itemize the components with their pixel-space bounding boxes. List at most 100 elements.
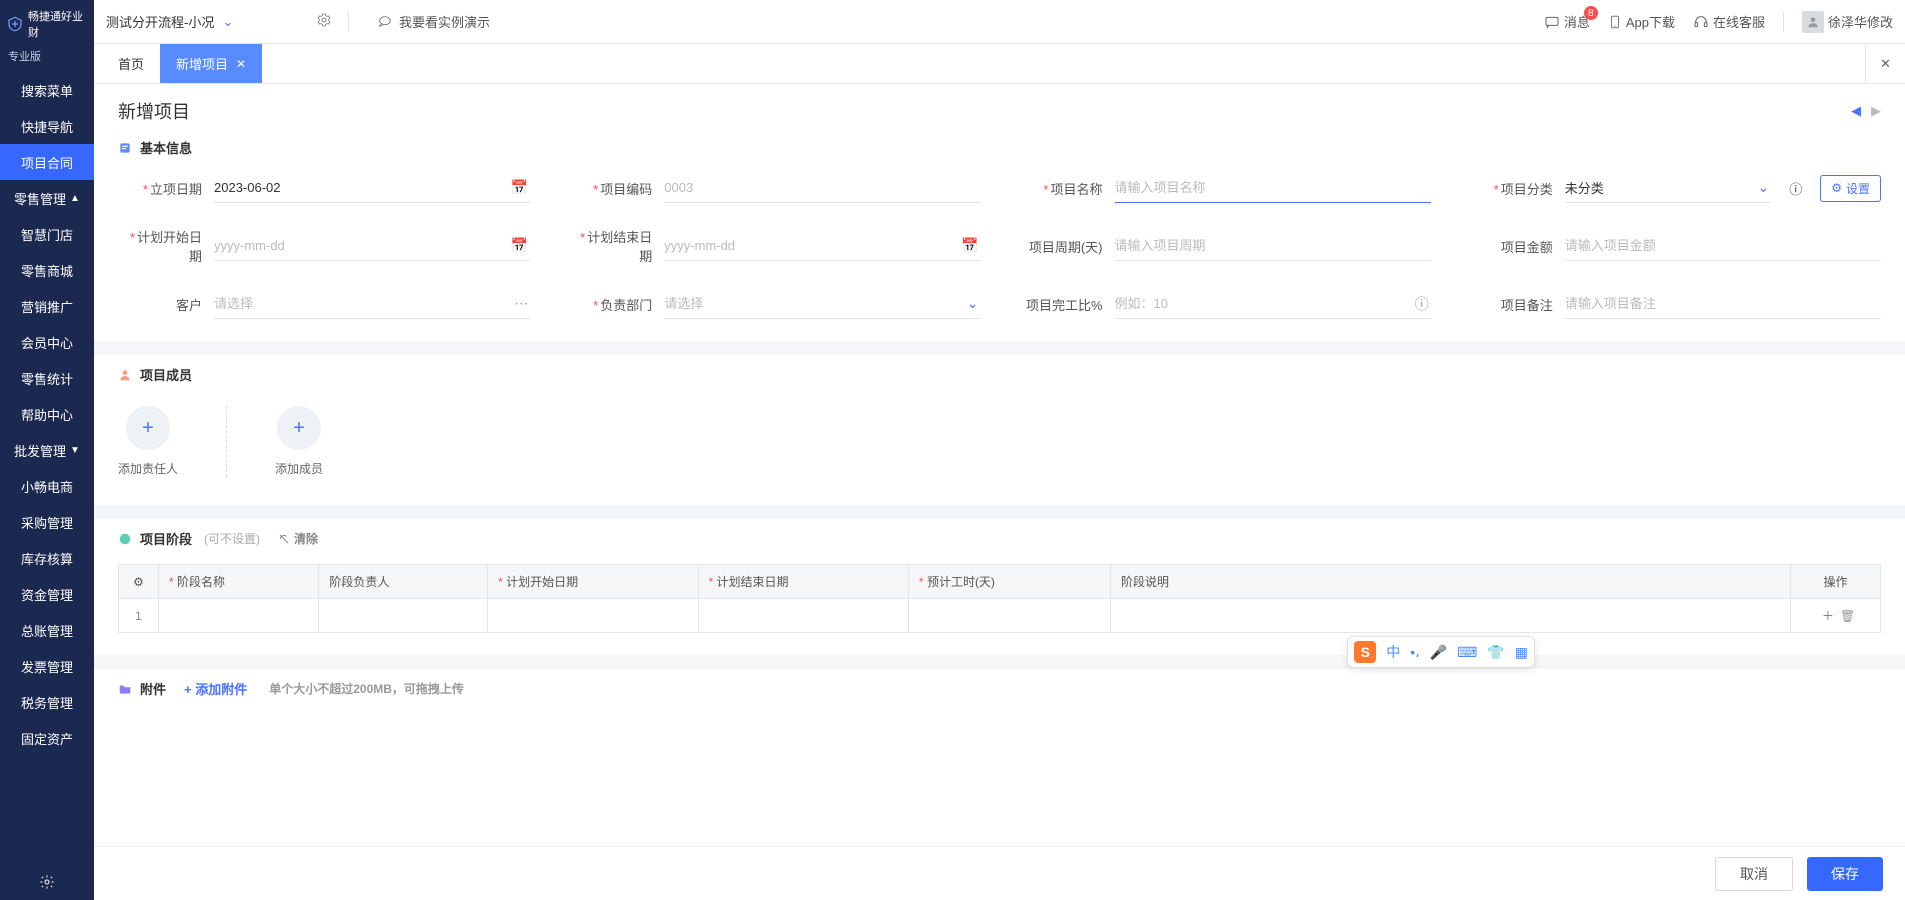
footer: 取消 保存: [94, 846, 1905, 900]
calendar-icon[interactable]: 📅: [511, 237, 528, 254]
section-basic-icon: [118, 141, 132, 155]
field-name[interactable]: [1115, 180, 1431, 195]
section-basic: 基本信息 *立项日期📅 *项目编码0003 *项目名称 *项目分类 未分类⌄ ⓘ…: [94, 128, 1905, 341]
demo-link[interactable]: 我要看实例演示: [377, 12, 490, 31]
workflow-settings-icon[interactable]: [316, 12, 332, 31]
field-period[interactable]: [1115, 238, 1431, 253]
close-icon[interactable]: ✕: [236, 57, 246, 71]
app-download-button[interactable]: App下载: [1608, 12, 1675, 31]
stage-col-4: * 预计工时(天): [908, 565, 1110, 599]
ime-punct-icon[interactable]: •،: [1410, 644, 1419, 661]
category-settings-button[interactable]: ⚙设置: [1820, 175, 1881, 202]
help-icon[interactable]: ⓘ: [1415, 294, 1429, 314]
stage-col-5: 阶段说明: [1111, 565, 1791, 599]
row-add-icon[interactable]: ＋: [1822, 609, 1834, 623]
chevron-down-icon[interactable]: ⌄: [967, 295, 979, 312]
chevron-down-icon[interactable]: ⌄: [1757, 179, 1769, 196]
tabbar: 首页新增项目✕ ✕: [94, 44, 1905, 84]
sidebar-item-17[interactable]: 税务管理: [0, 684, 94, 720]
field-date[interactable]: [214, 180, 530, 195]
field-category[interactable]: 未分类: [1565, 178, 1771, 197]
add-owner-label: 添加责任人: [118, 460, 178, 477]
folder-icon: [118, 682, 132, 696]
ime-skin-icon[interactable]: 👕: [1487, 644, 1504, 661]
ime-mic-icon[interactable]: 🎤: [1430, 644, 1447, 661]
row-del-icon[interactable]: 🗑: [1840, 609, 1855, 623]
calendar-icon[interactable]: 📅: [961, 237, 978, 254]
add-member-label: 添加成员: [275, 460, 323, 477]
sidebar-item-2[interactable]: 项目合同: [0, 144, 94, 180]
sidebar-item-7[interactable]: 会员中心: [0, 324, 94, 360]
sidebar-item-13[interactable]: 库存核算: [0, 540, 94, 576]
help-icon[interactable]: ⓘ: [1789, 179, 1802, 198]
attachment-hint: 单个大小不超过200MB，可拖拽上传: [269, 680, 464, 697]
tab-label: 首页: [118, 54, 144, 73]
sidebar-item-14[interactable]: 资金管理: [0, 576, 94, 612]
section-members: 项目成员 + 添加责任人 + 添加成员: [94, 355, 1905, 505]
gear-icon[interactable]: ⚙: [119, 565, 159, 599]
sidebar-item-9[interactable]: 帮助中心: [0, 396, 94, 432]
ime-apps-icon[interactable]: ▦: [1515, 644, 1528, 661]
sidebar-item-0[interactable]: 搜索菜单: [0, 72, 94, 108]
field-dept[interactable]: [664, 296, 980, 311]
ime-toolbar[interactable]: S 中 •، 🎤 ⌨ 👕 ▦: [1347, 636, 1535, 668]
stage-col-0: * 阶段名称: [159, 565, 319, 599]
stage-col-1: 阶段负责人: [319, 565, 488, 599]
stage-col-3: * 计划结束日期: [698, 565, 908, 599]
page-next[interactable]: ▶: [1871, 103, 1881, 119]
more-icon[interactable]: ⋯: [514, 295, 528, 312]
save-button[interactable]: 保存: [1807, 857, 1883, 891]
section-stages: 项目阶段 (可不设置) 清除 ⚙* 阶段名称阶段负责人* 计划开始日期* 计划结…: [94, 519, 1905, 655]
add-owner-button[interactable]: +: [126, 406, 170, 450]
calendar-icon[interactable]: 📅: [511, 179, 528, 196]
sidebar: 畅捷通好业财 专业版 搜索菜单快捷导航项目合同零售管理▲智慧门店零售商城营销推广…: [0, 0, 94, 900]
workflow-select[interactable]: 测试分开流程-小况 ⌄: [106, 12, 306, 31]
field-plan-start[interactable]: [214, 238, 530, 253]
tab-1[interactable]: 新增项目✕: [160, 44, 262, 83]
sidebar-item-18[interactable]: 固定资产: [0, 720, 94, 756]
stage-col-ops: 操作: [1791, 565, 1881, 599]
field-remark[interactable]: [1565, 296, 1881, 311]
chevron-down-icon: ⌄: [222, 14, 233, 30]
tab-0[interactable]: 首页: [102, 44, 160, 83]
tab-close-all[interactable]: ✕: [1865, 44, 1905, 84]
ime-logo-icon: S: [1354, 641, 1376, 663]
stages-icon: [118, 532, 132, 546]
sidebar-item-12[interactable]: 采购管理: [0, 504, 94, 540]
messages-badge: 8: [1584, 6, 1598, 20]
brand-edition: 专业版: [0, 48, 94, 72]
customer-service-button[interactable]: 在线客服: [1693, 12, 1765, 31]
table-row[interactable]: 1＋🗑: [119, 599, 1881, 633]
field-plan-end[interactable]: [664, 238, 980, 253]
sidebar-item-6[interactable]: 营销推广: [0, 288, 94, 324]
messages-button[interactable]: 消息 8: [1544, 12, 1590, 31]
sidebar-item-15[interactable]: 总账管理: [0, 612, 94, 648]
sidebar-item-16[interactable]: 发票管理: [0, 648, 94, 684]
sidebar-item-3[interactable]: 零售管理▲: [0, 180, 94, 216]
members-icon: [118, 368, 132, 382]
add-member-button[interactable]: +: [277, 406, 321, 450]
topbar: 测试分开流程-小况 ⌄ 我要看实例演示 消息 8 App下载: [94, 0, 1905, 44]
sidebar-item-11[interactable]: 小畅电商: [0, 468, 94, 504]
sidebar-item-5[interactable]: 零售商城: [0, 252, 94, 288]
stages-clear-button[interactable]: 清除: [278, 530, 318, 547]
sidebar-item-10[interactable]: 批发管理▼: [0, 432, 94, 468]
page-prev[interactable]: ◀: [1851, 103, 1861, 119]
stage-col-2: * 计划开始日期: [488, 565, 698, 599]
sidebar-item-8[interactable]: 零售统计: [0, 360, 94, 396]
caret-down-icon: ▼: [70, 445, 80, 456]
sidebar-item-1[interactable]: 快捷导航: [0, 108, 94, 144]
field-customer[interactable]: [214, 296, 530, 311]
add-attachment-button[interactable]: + 添加附件: [184, 679, 247, 698]
cancel-button[interactable]: 取消: [1715, 857, 1793, 891]
field-code[interactable]: 0003: [664, 180, 980, 195]
user-menu[interactable]: 徐泽华修改: [1802, 11, 1893, 33]
ime-lang[interactable]: 中: [1386, 642, 1400, 662]
sidebar-settings-icon[interactable]: [0, 864, 94, 900]
sidebar-item-4[interactable]: 智慧门店: [0, 216, 94, 252]
ime-keyboard-icon[interactable]: ⌨: [1457, 644, 1477, 661]
page-title: 新增项目: [118, 98, 190, 124]
field-amount[interactable]: [1565, 238, 1881, 253]
field-done[interactable]: [1115, 296, 1431, 311]
avatar-icon: [1802, 11, 1824, 33]
